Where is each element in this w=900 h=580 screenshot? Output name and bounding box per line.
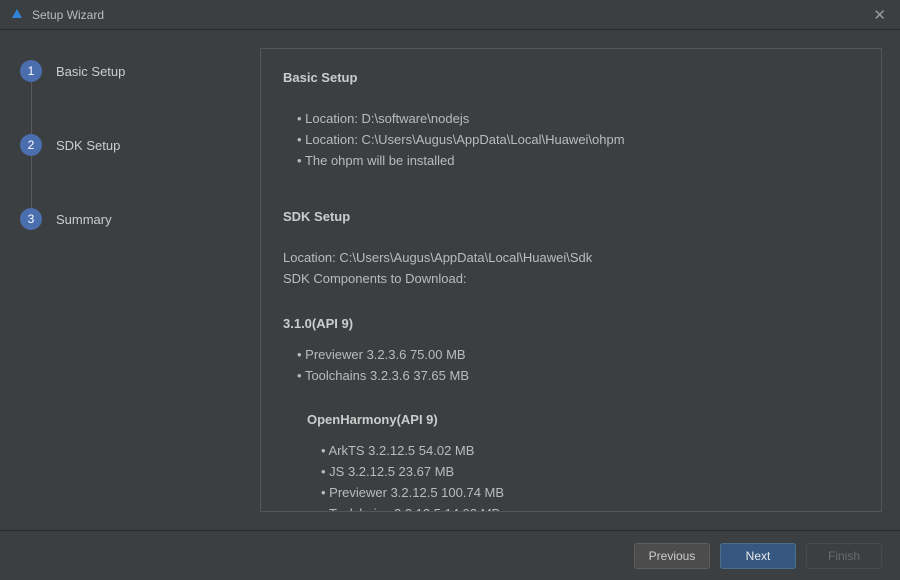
sdk-group-list: Previewer 3.2.3.6 75.00 MB Toolchains 3.…: [297, 346, 859, 386]
step-number: 3: [20, 208, 42, 230]
basic-setup-list: Location: D:\software\nodejs Location: C…: [297, 110, 859, 171]
sdk-group-heading: 3.1.0(API 9): [283, 315, 859, 334]
step-number: 2: [20, 134, 42, 156]
step-summary[interactable]: 3 Summary: [20, 208, 240, 230]
list-item: Previewer 3.2.12.5 100.74 MB: [321, 484, 859, 503]
sdk-location: Location: C:\Users\Augus\AppData\Local\H…: [283, 249, 859, 268]
steps-sidebar: 1 Basic Setup 2 SDK Setup 3 Summary: [0, 30, 260, 530]
step-connector: [31, 156, 32, 208]
close-icon[interactable]: ✕: [869, 6, 890, 24]
list-item: Location: C:\Users\Augus\AppData\Local\H…: [297, 131, 859, 150]
step-basic-setup[interactable]: 1 Basic Setup: [20, 60, 240, 82]
sdk-subgroup-list: ArkTS 3.2.12.5 54.02 MB JS 3.2.12.5 23.6…: [321, 442, 859, 512]
sdk-components-label: SDK Components to Download:: [283, 270, 859, 289]
titlebar: Setup Wizard ✕: [0, 0, 900, 30]
step-label: Basic Setup: [56, 64, 125, 79]
list-item: Location: D:\software\nodejs: [297, 110, 859, 129]
step-label: Summary: [56, 212, 112, 227]
basic-setup-heading: Basic Setup: [283, 69, 859, 88]
window-title: Setup Wizard: [32, 8, 104, 22]
sdk-setup-heading: SDK Setup: [283, 208, 859, 227]
list-item: The ohpm will be installed: [297, 152, 859, 171]
list-item: Toolchains 3.2.3.6 37.65 MB: [297, 367, 859, 386]
list-item: JS 3.2.12.5 23.67 MB: [321, 463, 859, 482]
list-item: Previewer 3.2.3.6 75.00 MB: [297, 346, 859, 365]
previous-button[interactable]: Previous: [634, 543, 710, 569]
step-number: 1: [20, 60, 42, 82]
step-connector: [31, 82, 32, 134]
footer-bar: Previous Next Finish: [0, 530, 900, 580]
next-button[interactable]: Next: [720, 543, 796, 569]
app-logo-icon: [10, 8, 24, 22]
sdk-subgroup-heading: OpenHarmony(API 9): [307, 411, 859, 430]
step-sdk-setup[interactable]: 2 SDK Setup: [20, 134, 240, 156]
main-area: Basic Setup Location: D:\software\nodejs…: [260, 30, 900, 530]
step-label: SDK Setup: [56, 138, 120, 153]
summary-panel[interactable]: Basic Setup Location: D:\software\nodejs…: [260, 48, 882, 512]
finish-button: Finish: [806, 543, 882, 569]
list-item: Toolchains 3.2.12.5 14.92 MB: [321, 505, 859, 512]
list-item: ArkTS 3.2.12.5 54.02 MB: [321, 442, 859, 461]
content-area: 1 Basic Setup 2 SDK Setup 3 Summary Basi…: [0, 30, 900, 530]
